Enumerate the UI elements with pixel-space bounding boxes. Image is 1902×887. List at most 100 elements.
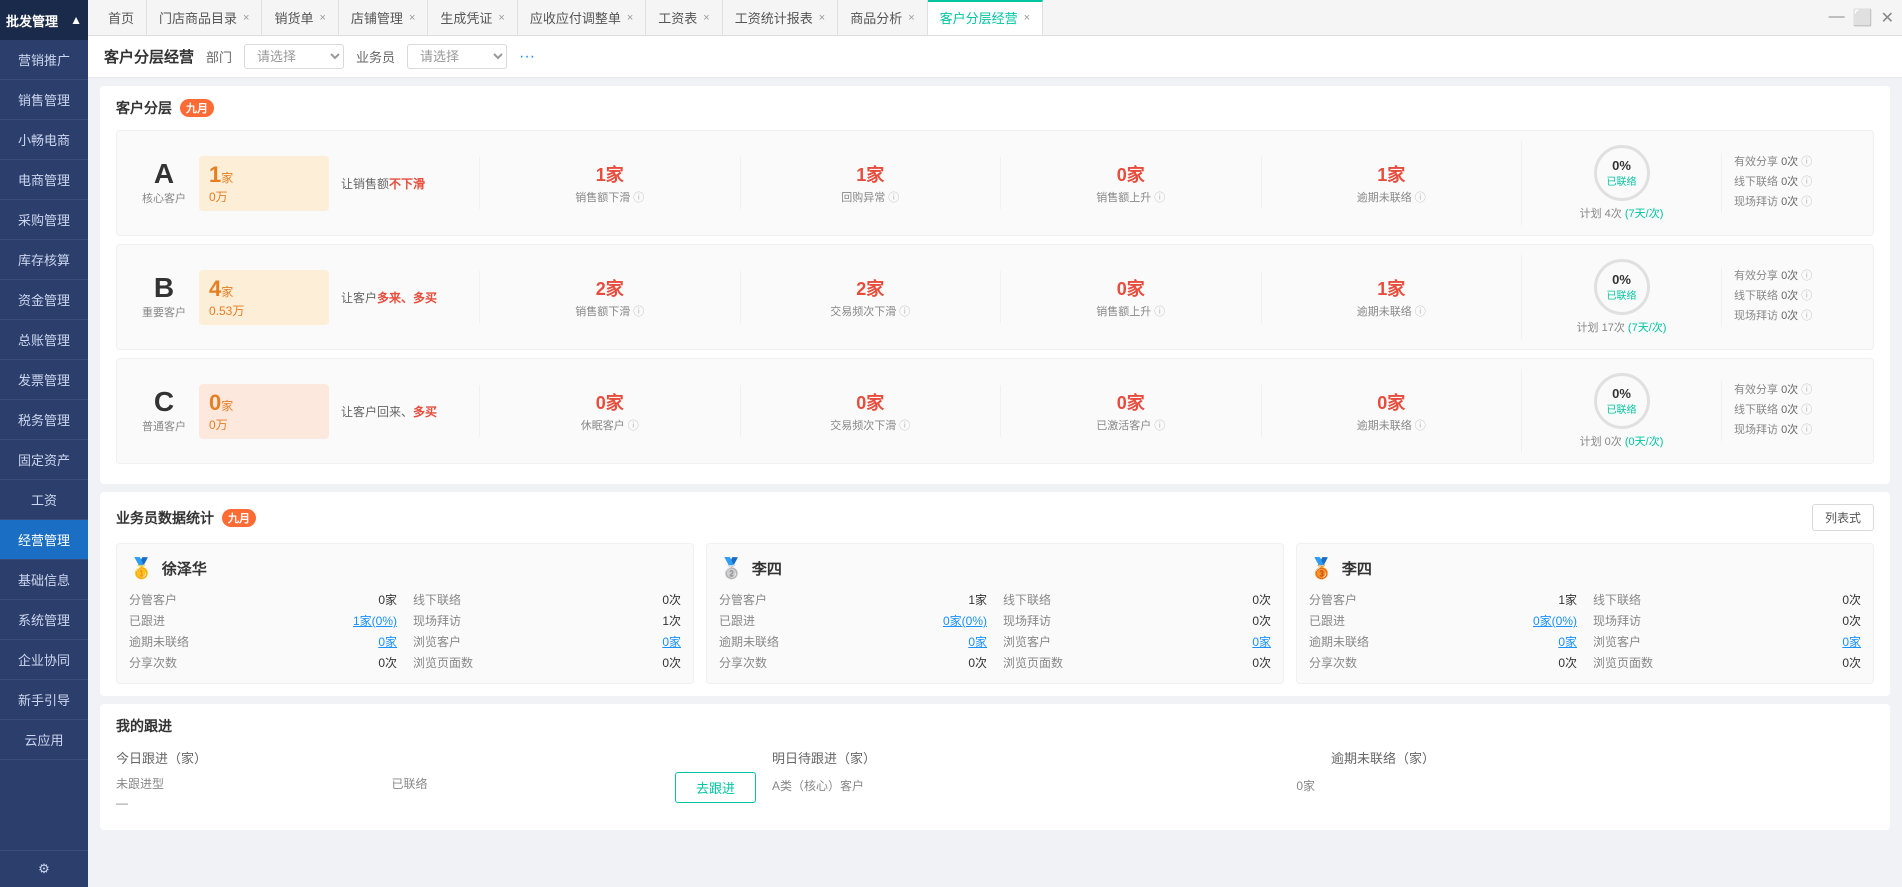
sidebar-item-云应用[interactable]: 云应用 (0, 720, 88, 760)
staff-stat-left-val-0-1[interactable]: 1家(0%) (353, 612, 397, 629)
tier-count-A: 1家 0万 (199, 156, 329, 211)
tab-客户分层经营[interactable]: 客户分层经营× (928, 0, 1043, 36)
sidebar-item-系统管理[interactable]: 系统管理 (0, 600, 88, 640)
tomorrow-row-label: A类（核心）客户 (772, 777, 864, 794)
info-icon-C-2[interactable]: ⓘ (1154, 417, 1165, 433)
side-info-icon-A-2[interactable]: ⓘ (1801, 196, 1812, 208)
tab-minimize-icon[interactable]: — (1829, 8, 1845, 28)
info-icon-C-1[interactable]: ⓘ (899, 417, 910, 433)
tab-门店商品目录[interactable]: 门店商品目录× (147, 0, 262, 36)
tab-店铺管理[interactable]: 店铺管理× (339, 0, 428, 36)
tier-row-A: A核心客户 1家 0万 让销售额不下滑1家 销售额下滑 ⓘ1家 回购异常 ⓘ0家… (116, 130, 1874, 236)
info-icon-B-0[interactable]: ⓘ (633, 303, 644, 319)
sidebar-item-工资[interactable]: 工资 (0, 480, 88, 520)
tomorrow-followup-col: 明日待跟进（家） A类（核心）客户 0家 (772, 748, 1315, 796)
dept-filter-label: 部门 (206, 47, 232, 66)
side-info-icon-B-2[interactable]: ⓘ (1801, 310, 1812, 322)
tab-close-应收应付调整单[interactable]: × (627, 12, 633, 24)
sidebar-item-基础信息[interactable]: 基础信息 (0, 560, 88, 600)
tab-工资统计报表[interactable]: 工资统计报表× (723, 0, 838, 36)
info-icon-A-2[interactable]: ⓘ (1154, 189, 1165, 205)
staff-stat-left-val-1-2[interactable]: 0家 (968, 633, 987, 650)
tab-销货单[interactable]: 销货单× (262, 0, 338, 36)
contact-lbl-C: 已联络 (1607, 401, 1637, 416)
tier-stat-num-B-0: 2家 (488, 275, 732, 301)
sidebar-item-资金管理[interactable]: 资金管理 (0, 280, 88, 320)
staff-filter-select[interactable]: 请选择 (407, 44, 507, 69)
tab-close-店铺管理[interactable]: × (409, 12, 415, 24)
sidebar-item-采购管理[interactable]: 采购管理 (0, 200, 88, 240)
tab-close-客户分层经营[interactable]: × (1024, 12, 1030, 24)
info-icon-A-0[interactable]: ⓘ (633, 189, 644, 205)
tier-contact-A: 0% 已联络 计划 4次 (7天/次) (1521, 141, 1721, 225)
tab-close-门店商品目录[interactable]: × (243, 12, 249, 24)
tab-商品分析[interactable]: 商品分析× (838, 0, 927, 36)
tab-restore-icon[interactable]: ⬜ (1853, 8, 1873, 28)
info-icon-C-3[interactable]: ⓘ (1415, 417, 1426, 433)
sidebar-item-企业协同[interactable]: 企业协同 (0, 640, 88, 680)
contact-plan-B: 计划 17次 (7天/次) (1534, 319, 1709, 335)
dept-filter-select[interactable]: 请选择 (244, 44, 344, 69)
tab-close-工资统计报表[interactable]: × (819, 12, 825, 24)
staff-stat-left-1-0: 分管客户1家 (719, 591, 987, 608)
side-info-icon-B-0[interactable]: ⓘ (1801, 270, 1812, 282)
sidebar-settings[interactable]: ⚙ (0, 850, 88, 887)
tier-stat-label-A-0: 销售额下滑 ⓘ (488, 189, 732, 205)
sidebar-item-销售管理[interactable]: 销售管理 (0, 80, 88, 120)
side-info-icon-C-2[interactable]: ⓘ (1801, 424, 1812, 436)
side-info-icon-A-1[interactable]: ⓘ (1801, 176, 1812, 188)
staff-stat-right-val-0-2[interactable]: 0家 (662, 633, 681, 650)
info-icon-A-3[interactable]: ⓘ (1415, 189, 1426, 205)
go-followup-button[interactable]: 去跟进 (675, 772, 756, 803)
sidebar-item-营销推广[interactable]: 营销推广 (0, 40, 88, 80)
tab-close-工资表[interactable]: × (703, 12, 709, 24)
sidebar-item-经营管理[interactable]: 经营管理 (0, 520, 88, 560)
sidebar-item-库存核算[interactable]: 库存核算 (0, 240, 88, 280)
staff-stat-left-val-2-1[interactable]: 0家(0%) (1533, 612, 1577, 629)
sidebar-item-固定资产[interactable]: 固定资产 (0, 440, 88, 480)
sidebar-collapse-icon[interactable]: ▲ (70, 13, 82, 27)
info-icon-B-2[interactable]: ⓘ (1154, 303, 1165, 319)
contact-lbl-A: 已联络 (1607, 173, 1637, 188)
staff-stat-right-val-1-2[interactable]: 0家 (1252, 633, 1271, 650)
tab-close-商品分析[interactable]: × (908, 12, 914, 24)
tier-count-content-C: 0家 0万 (209, 390, 319, 433)
tab-首页[interactable]: 首页 (96, 0, 147, 36)
tier-suggestion-C: 让客户回来、多买 (329, 403, 479, 420)
side-info-icon-B-1[interactable]: ⓘ (1801, 290, 1812, 302)
tab-生成凭证[interactable]: 生成凭证× (428, 0, 517, 36)
tier-label-A: A核心客户 (129, 160, 199, 206)
staff-stat-left-val-0-2[interactable]: 0家 (378, 633, 397, 650)
tier-stat-num-B-3: 1家 (1270, 275, 1514, 301)
more-filters-icon[interactable]: ··· (519, 48, 535, 66)
tab-close-销货单[interactable]: × (319, 12, 325, 24)
info-icon-A-1[interactable]: ⓘ (888, 189, 899, 205)
staff-stat-right-val-2-2[interactable]: 0家 (1842, 633, 1861, 650)
staff-stat-left-val-2-2[interactable]: 0家 (1558, 633, 1577, 650)
tier-stat-num-A-1: 1家 (749, 161, 993, 187)
staff-filter-label: 业务员 (356, 47, 395, 66)
tier-count-num-B: 4 (209, 276, 221, 301)
tab-工资表[interactable]: 工资表× (646, 0, 722, 36)
staff-stat-right-val-2-3: 0次 (1842, 654, 1861, 671)
side-info-icon-C-0[interactable]: ⓘ (1801, 384, 1812, 396)
list-view-button[interactable]: 列表式 (1812, 504, 1874, 531)
tab-应收应付调整单[interactable]: 应收应付调整单× (518, 0, 646, 36)
side-info-icon-C-1[interactable]: ⓘ (1801, 404, 1812, 416)
info-icon-C-0[interactable]: ⓘ (628, 417, 639, 433)
staff-stat-left-val-1-1[interactable]: 0家(0%) (943, 612, 987, 629)
tier-stat-C-0: 0家 休眠客户 ⓘ (479, 385, 740, 437)
tab-close-icon[interactable]: ✕ (1881, 8, 1894, 28)
info-icon-B-3[interactable]: ⓘ (1415, 303, 1426, 319)
sidebar-item-新手引导[interactable]: 新手引导 (0, 680, 88, 720)
sidebar-item-电商管理[interactable]: 电商管理 (0, 160, 88, 200)
tab-close-生成凭证[interactable]: × (498, 12, 504, 24)
tier-stat-label-B-3: 逾期未联络 ⓘ (1270, 303, 1514, 319)
sidebar-item-总账管理[interactable]: 总账管理 (0, 320, 88, 360)
tier-side-stats-B: 有效分享 0次 ⓘ线下联络 0次 ⓘ现场拜访 0次 ⓘ (1721, 267, 1861, 326)
side-info-icon-A-0[interactable]: ⓘ (1801, 156, 1812, 168)
sidebar-item-小畅电商[interactable]: 小畅电商 (0, 120, 88, 160)
sidebar-item-税务管理[interactable]: 税务管理 (0, 400, 88, 440)
info-icon-B-1[interactable]: ⓘ (899, 303, 910, 319)
sidebar-item-发票管理[interactable]: 发票管理 (0, 360, 88, 400)
